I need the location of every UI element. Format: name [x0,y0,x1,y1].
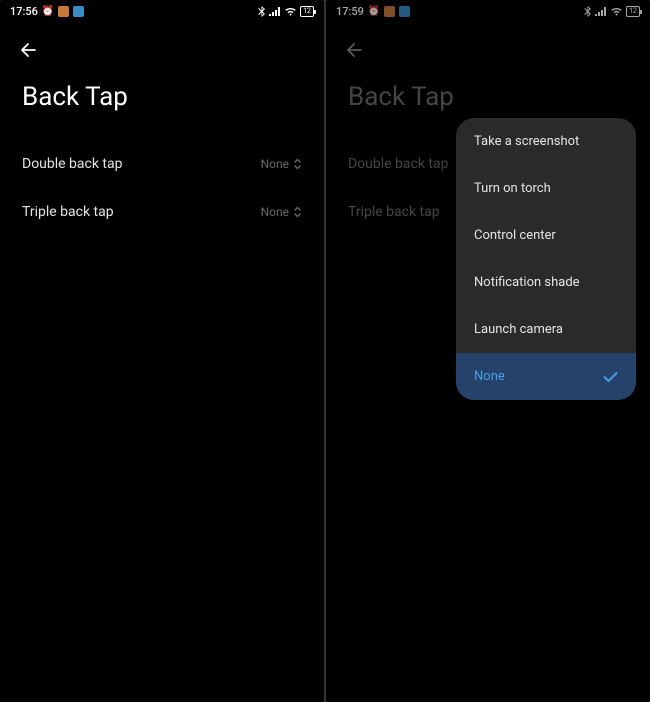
setting-label: Triple back tap [22,204,114,220]
page-title: Back Tap [22,82,324,112]
battery-icon: 12 [300,6,314,17]
status-left: 17:56 ⏰ [10,5,84,18]
setting-label: Double back tap [22,156,122,172]
screen-left: 17:56 ⏰ 12 Back Tap Double back tap None [0,0,324,702]
status-time: 17:56 [10,5,38,18]
popup-item-label: None [474,369,505,384]
popup-item-screenshot[interactable]: Take a screenshot [456,118,636,165]
popup-item-none[interactable]: None [456,353,636,400]
signal-icon [269,6,281,16]
setting-double-back-tap[interactable]: Double back tap None [0,140,324,188]
popup-item-torch[interactable]: Turn on torch [456,165,636,212]
back-button[interactable] [16,36,44,64]
popup-item-control-center[interactable]: Control center [456,212,636,259]
settings-list: Double back tap None Triple back tap Non… [0,140,324,236]
status-app-icon-1 [58,6,69,17]
setting-value-text: None [261,157,289,171]
bluetooth-icon [258,6,266,17]
popup-item-launch-camera[interactable]: Launch camera [456,306,636,353]
setting-value: None [261,157,302,171]
popup-item-label: Take a screenshot [474,134,579,149]
popup-item-label: Turn on torch [474,181,551,196]
wifi-icon [284,6,297,16]
alarm-icon: ⏰ [42,6,54,17]
popup-item-notification-shade[interactable]: Notification shade [456,259,636,306]
chevron-updown-icon [293,206,302,218]
popup-item-label: Control center [474,228,556,243]
status-app-icon-2 [73,6,84,17]
setting-value: None [261,205,302,219]
setting-value-text: None [261,205,289,219]
options-popup: Take a screenshot Turn on torch Control … [456,118,636,400]
screen-right: 17:59 ⏰ 12 Back Tap Double back tap Trip… [326,0,650,702]
popup-item-label: Notification shade [474,275,580,290]
status-bar: 17:56 ⏰ 12 [0,0,324,22]
check-icon [603,371,618,383]
status-right: 12 [258,6,314,17]
chevron-updown-icon [293,158,302,170]
setting-triple-back-tap[interactable]: Triple back tap None [0,188,324,236]
popup-item-label: Launch camera [474,322,563,337]
